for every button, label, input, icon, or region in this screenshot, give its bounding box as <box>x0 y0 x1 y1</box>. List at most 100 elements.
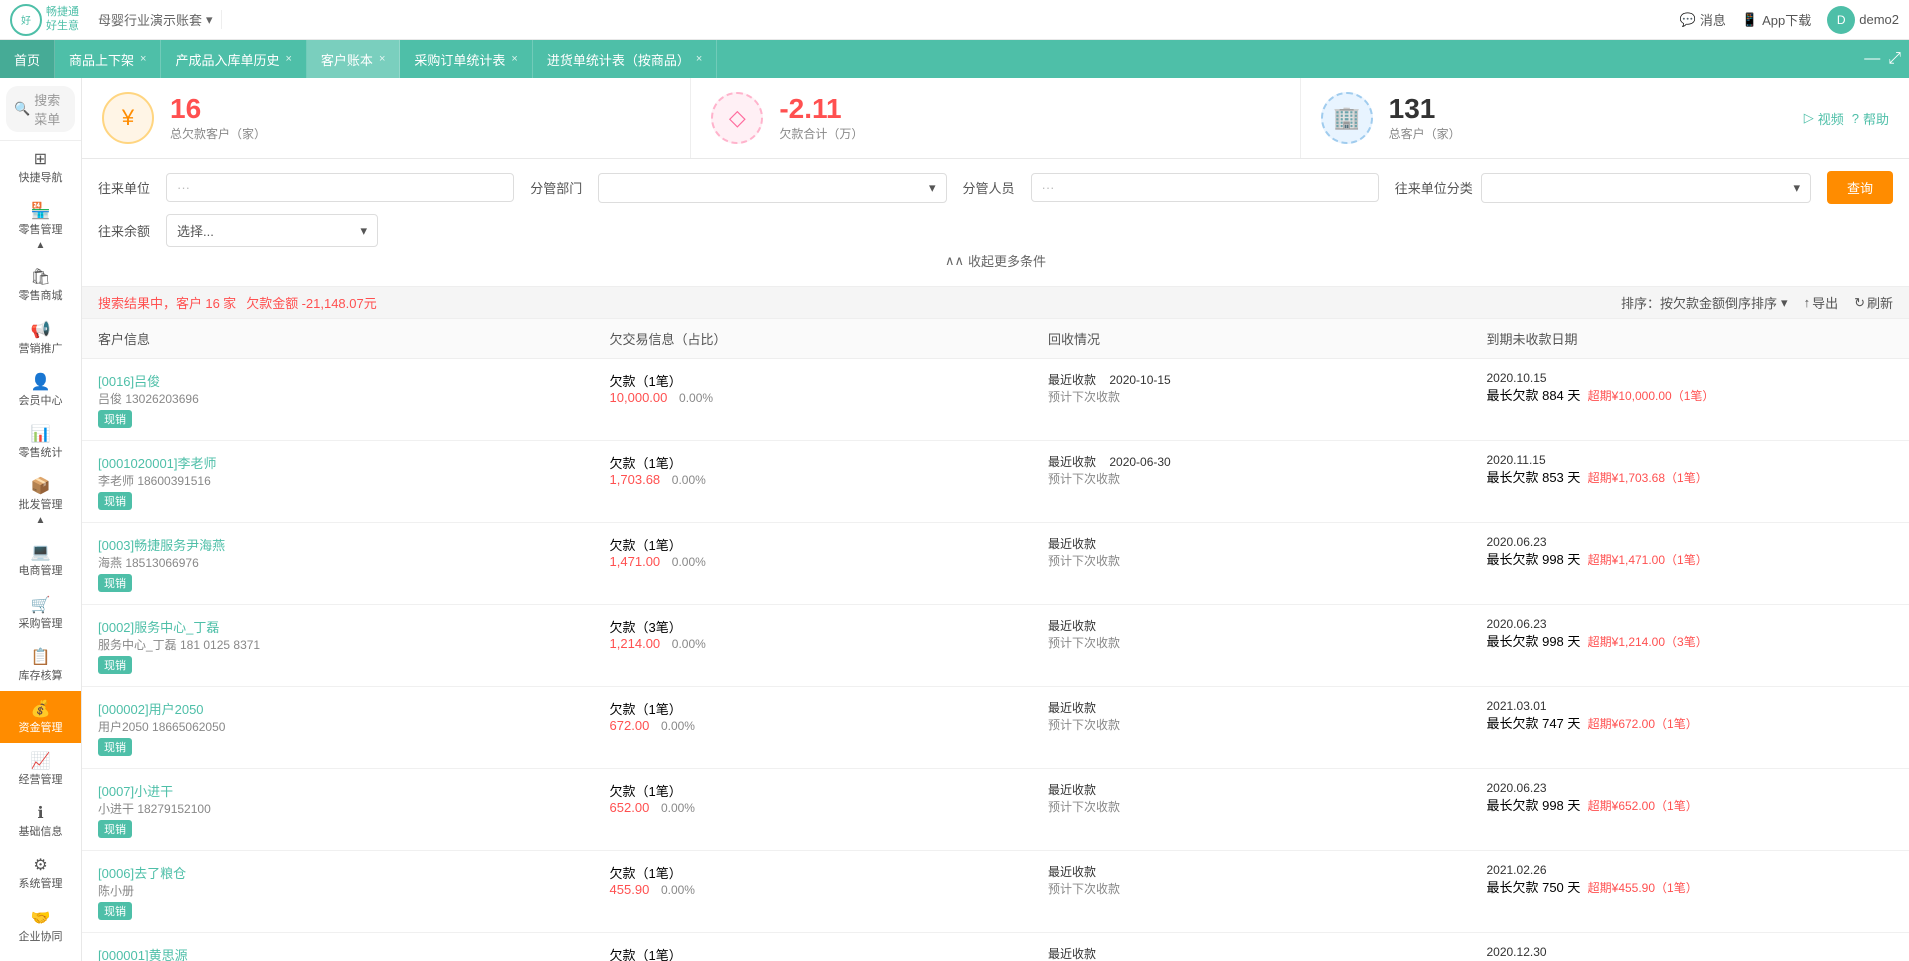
debt-amount-row: 1,214.00 0.00% <box>610 636 1016 651</box>
debt-cell: 欠款（1笔） 10,000.00 0.00% <box>594 359 1032 441</box>
export-label: 导出 <box>1812 293 1838 312</box>
debt-amount[interactable]: 1,471.00 <box>610 554 661 569</box>
customer-name-link[interactable]: [0007]小进干 <box>98 781 578 800</box>
debt-amount[interactable]: 455.90 <box>610 882 650 897</box>
tab-products[interactable]: 商品上下架 × <box>55 40 161 78</box>
next-collect: 预计下次收款 <box>1048 388 1454 405</box>
remaining-select[interactable]: 选择... ▾ <box>166 214 378 247</box>
tab-incoming-label: 进货单统计表（按商品） <box>547 50 690 69</box>
search-button[interactable]: 查询 <box>1827 171 1893 204</box>
sidebar-item-enterprise[interactable]: 🤝 企业协同 <box>0 900 81 952</box>
overdue-link[interactable]: 超期¥10,000.00（1笔） <box>1588 389 1715 403</box>
refresh-button[interactable]: ↻ 刷新 <box>1854 293 1893 312</box>
from-unit-input[interactable]: ··· <box>166 173 514 202</box>
person-input[interactable]: ··· <box>1031 173 1379 202</box>
sidebar-search-box[interactable]: 🔍 搜索菜单 <box>6 86 75 132</box>
customer-name-link[interactable]: [000001]黄思源 <box>98 945 578 961</box>
sidebar-item-label: 资金管理 <box>19 722 63 735</box>
video-btn[interactable]: ▷ 视频 <box>1804 109 1844 128</box>
tab-purchase-label: 采购订单统计表 <box>414 50 505 69</box>
sidebar-item-retail-mall[interactable]: 🛍 零售商城 <box>0 259 81 311</box>
overdue-link[interactable]: 超期¥1,703.68（1笔） <box>1588 471 1708 485</box>
tab-products-close[interactable]: × <box>140 53 146 65</box>
tab-purchase-close[interactable]: × <box>511 53 517 65</box>
debt-amount[interactable]: 1,703.68 <box>610 472 661 487</box>
tab-customer-ledger[interactable]: 客户账本 × <box>307 40 400 78</box>
industry-select[interactable]: 母婴行业演示账套 ▾ <box>90 10 222 29</box>
sidebar-item-finance[interactable]: 💰 资金管理 <box>0 691 81 743</box>
customer-cell: [000002]用户2050 用户2050 18665062050 现销 <box>82 687 594 769</box>
collapse-button[interactable]: ∧∧ 收起更多条件 <box>945 251 1046 270</box>
tab-incoming[interactable]: 进货单统计表（按商品） × <box>533 40 717 78</box>
stat-label-overdue-amount: 欠款合计（万） <box>779 125 863 142</box>
customer-name-link[interactable]: [0016]吕俊 <box>98 371 578 390</box>
refresh-label: 刷新 <box>1867 293 1893 312</box>
overdue-date: 2020.10.15 <box>1486 371 1893 385</box>
overdue-link[interactable]: 超期¥1,471.00（1笔） <box>1588 553 1708 567</box>
unit-class-select[interactable]: ▾ <box>1481 173 1811 203</box>
sidebar-item-system[interactable]: ⚙ 系统管理 <box>0 847 81 899</box>
sort-selector[interactable]: 排序：按欠款金额倒序排序 ▾ <box>1621 293 1788 312</box>
sidebar-item-basic-info[interactable]: ℹ 基础信息 <box>0 795 81 847</box>
export-button[interactable]: ↑ 导出 <box>1804 293 1839 312</box>
tab-maximize-icon[interactable]: ⤢ <box>1888 50 1901 68</box>
tab-end-actions: — ⤢ <box>1856 50 1909 68</box>
debt-amount-row: 455.90 0.00% <box>610 882 1016 897</box>
table-row: [0007]小进干 小进干 18279152100 现销 欠款（1笔） 652.… <box>82 769 1909 851</box>
overdue-link[interactable]: 超期¥1,214.00（3笔） <box>1588 635 1708 649</box>
customer-name-link[interactable]: [0006]去了粮仓 <box>98 863 578 882</box>
sidebar-item-guide[interactable]: 🎓 新手引导 <box>0 952 81 961</box>
sidebar-item-wholesale[interactable]: 📦 批发管理 ▲ <box>0 468 81 534</box>
sidebar-item-ecommerce[interactable]: 💻 电商管理 <box>0 534 81 586</box>
return-cell: 最近收款 预计下次收款 <box>1032 933 1470 961</box>
table-header-row: 客户信息 欠交易信息（占比） 回收情况 到期未收款日期 <box>82 319 1909 359</box>
customer-name-link[interactable]: [0001020001]李老师 <box>98 453 578 472</box>
customer-phone: 李老师 18600391516 <box>98 472 578 489</box>
sidebar-item-member[interactable]: 👤 会员中心 <box>0 364 81 416</box>
overdue-link[interactable]: 超期¥652.00（1笔） <box>1588 799 1698 813</box>
help-btn[interactable]: ? 帮助 <box>1852 109 1889 128</box>
debt-amount[interactable]: 1,214.00 <box>610 636 661 651</box>
sidebar-item-marketing[interactable]: 📢 营销推广 <box>0 312 81 364</box>
sidebar-item-quick-nav[interactable]: ⊞ 快捷导航 <box>0 141 81 193</box>
customer-name-link[interactable]: [0002]服务中心_丁磊 <box>98 617 578 636</box>
sidebar-item-business[interactable]: 📈 经营管理 <box>0 743 81 795</box>
customer-name-link[interactable]: [000002]用户2050 <box>98 699 578 718</box>
debt-amount[interactable]: 10,000.00 <box>610 390 668 405</box>
overdue-link[interactable]: 超期¥455.90（1笔） <box>1588 881 1698 895</box>
dept-label: 分管部门 <box>530 178 590 197</box>
sidebar-item-retail-stats[interactable]: 📊 零售统计 <box>0 416 81 468</box>
debt-amount-row: 652.00 0.00% <box>610 800 1016 815</box>
overdue-link[interactable]: 超期¥672.00（1笔） <box>1588 717 1698 731</box>
debt-amount[interactable]: 672.00 <box>610 718 650 733</box>
stat-card-overdue-amount: ◇ -2.11 欠款合计（万） <box>691 78 1300 158</box>
customer-name-link[interactable]: [0003]畅捷服务尹海燕 <box>98 535 578 554</box>
tab-purchase[interactable]: 采购订单统计表 × <box>400 40 532 78</box>
debt-amount[interactable]: 652.00 <box>610 800 650 815</box>
sidebar: 🔍 搜索菜单 ⊞ 快捷导航 🏪 零售管理 ▲ 🛍 零售商城 📢 营销推广 👤 会… <box>0 78 82 961</box>
tab-incoming-close[interactable]: × <box>696 53 702 65</box>
tab-inbound[interactable]: 产成品入库单历史 × <box>161 40 306 78</box>
app-download-btn[interactable]: 📱 App下载 <box>1742 10 1811 29</box>
tab-inbound-close[interactable]: × <box>285 53 291 65</box>
sidebar-item-retail-mgmt[interactable]: 🏪 零售管理 ▲ <box>0 193 81 259</box>
message-btn[interactable]: 💬 消息 <box>1680 10 1726 29</box>
chevron-down-icon2: ▲ <box>36 515 46 526</box>
sidebar-item-purchase[interactable]: 🛒 采购管理 <box>0 587 81 639</box>
filter-from-unit: 往来单位 ··· <box>98 173 514 202</box>
export-icon: ↑ <box>1804 295 1811 310</box>
debt-amount-row: 672.00 0.00% <box>610 718 1016 733</box>
sidebar-search-area: 🔍 搜索菜单 <box>0 78 81 141</box>
th-debt-info: 欠交易信息（占比） <box>594 319 1032 359</box>
sidebar-item-inventory[interactable]: 📋 库存核算 <box>0 639 81 691</box>
dept-select[interactable]: ▾ <box>598 173 946 203</box>
user-avatar-btn[interactable]: D demo2 <box>1827 6 1899 34</box>
collapse-label: 收起更多条件 <box>968 251 1046 270</box>
tab-customer-ledger-close[interactable]: × <box>379 53 385 65</box>
tab-home[interactable]: 首页 <box>0 40 55 78</box>
tab-minimize-icon[interactable]: — <box>1864 50 1880 68</box>
overdue-cell: 2020.11.15 最长欠款 853 天 超期¥1,703.68（1笔） <box>1470 441 1909 523</box>
from-unit-label: 往来单位 <box>98 178 158 197</box>
stat-card-total-customers: 🏢 131 总客户（家） ▷ 视频 ? 帮助 <box>1301 78 1909 158</box>
debt-amount-row: 1,471.00 0.00% <box>610 554 1016 569</box>
